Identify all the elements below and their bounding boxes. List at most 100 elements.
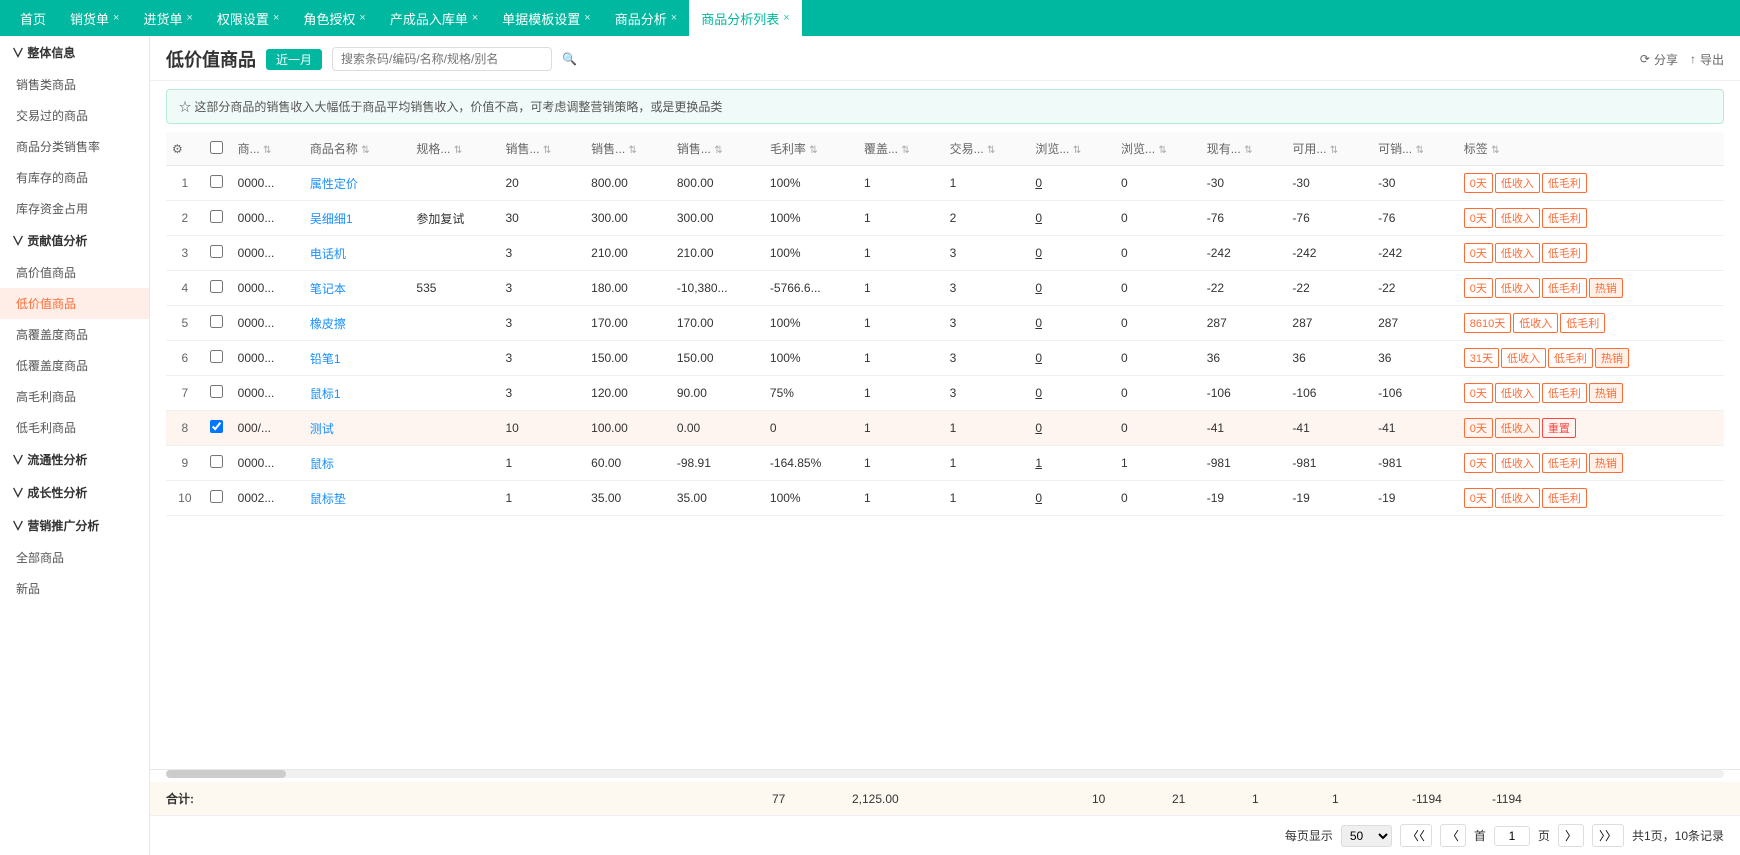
sidebar-item-high-margin[interactable]: 高毛利商品 (0, 381, 149, 412)
prev-page-button[interactable]: 〈 (1440, 824, 1466, 847)
product-name[interactable]: 属性定价 (304, 166, 410, 201)
browse-count[interactable]: 0 (1029, 481, 1115, 516)
th-sellable-stock[interactable]: 可销... ⇅ (1372, 132, 1458, 166)
browse-count-link[interactable]: 1 (1035, 456, 1042, 470)
row-checkbox-cell[interactable] (204, 166, 232, 201)
browse-count-link[interactable]: 0 (1035, 246, 1042, 260)
export-button[interactable]: ↑ 导出 (1690, 51, 1724, 68)
th-current-stock[interactable]: 现有... ⇅ (1201, 132, 1287, 166)
sidebar-group-growth-title[interactable]: ∨ 成长性分析 (0, 476, 149, 509)
close-role-auth[interactable]: × (359, 12, 365, 24)
row-checkbox[interactable] (210, 350, 223, 363)
browse-count[interactable]: 0 (1029, 166, 1115, 201)
th-tags[interactable]: 标签 ⇅ (1458, 132, 1724, 166)
sidebar-group-contribution-title[interactable]: ∨ 贡献值分析 (0, 224, 149, 257)
th-col1[interactable]: 销售... ⇅ (499, 132, 585, 166)
browse-count[interactable]: 0 (1029, 306, 1115, 341)
share-button[interactable]: ⟳ 分享 (1640, 51, 1678, 68)
row-checkbox-cell[interactable] (204, 411, 232, 446)
th-checkbox[interactable] (204, 132, 232, 166)
table-container[interactable]: ⚙ 商... ⇅ 商品名称 ⇅ 规格... ⇅ 销售... ⇅ 销售... ⇅ … (150, 132, 1740, 769)
row-checkbox[interactable] (210, 315, 223, 328)
sidebar-group-marketing-title[interactable]: ∨ 营销推广分析 (0, 509, 149, 542)
th-coverage[interactable]: 覆盖... ⇅ (858, 132, 944, 166)
nav-role-auth[interactable]: 角色授权 × (291, 0, 377, 36)
th-browse2[interactable]: 浏览... ⇅ (1115, 132, 1201, 166)
next-page-button[interactable]: 〉 (1558, 824, 1584, 847)
sidebar-group-circulation-title[interactable]: ∨ 流通性分析 (0, 443, 149, 476)
product-name[interactable]: 电话机 (304, 236, 410, 271)
sidebar-item-inventory-capital[interactable]: 库存资金占用 (0, 193, 149, 224)
browse-count[interactable]: 0 (1029, 341, 1115, 376)
close-permissions[interactable]: × (273, 12, 279, 24)
th-col3[interactable]: 销售... ⇅ (671, 132, 764, 166)
search-input[interactable] (332, 47, 552, 71)
product-name[interactable]: 吴细细1 (304, 201, 410, 236)
row-checkbox[interactable] (210, 385, 223, 398)
browse-count-link[interactable]: 0 (1035, 351, 1042, 365)
sidebar-item-all-products[interactable]: 全部商品 (0, 542, 149, 573)
row-checkbox[interactable] (210, 490, 223, 503)
th-settings[interactable]: ⚙ (166, 132, 204, 166)
th-col2[interactable]: 销售... ⇅ (585, 132, 671, 166)
th-name[interactable]: 商品名称 ⇅ (304, 132, 410, 166)
row-checkbox-cell[interactable] (204, 236, 232, 271)
sidebar-item-stocked-products[interactable]: 有库存的商品 (0, 162, 149, 193)
sidebar-item-low-value[interactable]: 低价值商品 (0, 288, 149, 319)
product-name[interactable]: 橡皮擦 (304, 306, 410, 341)
row-checkbox-cell[interactable] (204, 201, 232, 236)
row-checkbox[interactable] (210, 210, 223, 223)
sidebar-item-low-coverage[interactable]: 低覆盖度商品 (0, 350, 149, 381)
browse-count-link[interactable]: 0 (1035, 386, 1042, 400)
nav-sales-order[interactable]: 销货单 × (58, 0, 131, 36)
product-name[interactable]: 鼠标垫 (304, 481, 410, 516)
sidebar-item-high-value[interactable]: 高价值商品 (0, 257, 149, 288)
sidebar-item-category-sales-rate[interactable]: 商品分类销售率 (0, 131, 149, 162)
th-available-stock[interactable]: 可用... ⇅ (1286, 132, 1372, 166)
product-name[interactable]: 鼠标1 (304, 376, 410, 411)
page-number-input[interactable] (1494, 826, 1530, 846)
nav-purchase-order[interactable]: 进货单 × (131, 0, 204, 36)
sidebar-item-new-products[interactable]: 新品 (0, 573, 149, 604)
close-sales-order[interactable]: × (113, 12, 119, 24)
browse-count[interactable]: 0 (1029, 271, 1115, 306)
browse-count[interactable]: 0 (1029, 201, 1115, 236)
close-product-analysis[interactable]: × (671, 12, 677, 24)
filter-month-button[interactable]: 近一月 (266, 49, 322, 70)
select-all-checkbox[interactable] (210, 141, 223, 154)
sidebar-group-overall-title[interactable]: ∨ 整体信息 (0, 36, 149, 69)
close-purchase-order[interactable]: × (186, 12, 192, 24)
row-checkbox-cell[interactable] (204, 446, 232, 481)
browse-count[interactable]: 0 (1029, 236, 1115, 271)
scrollbar-thumb[interactable] (166, 770, 286, 778)
row-checkbox-cell[interactable] (204, 271, 232, 306)
product-name[interactable]: 笔记本 (304, 271, 410, 306)
row-checkbox[interactable] (210, 245, 223, 258)
nav-product-entry[interactable]: 产成品入库单 × (378, 0, 490, 36)
th-spec[interactable]: 规格... ⇅ (410, 132, 499, 166)
row-checkbox-cell[interactable] (204, 376, 232, 411)
th-browse1[interactable]: 浏览... ⇅ (1029, 132, 1115, 166)
close-template-settings[interactable]: × (584, 12, 590, 24)
close-product-entry[interactable]: × (472, 12, 478, 24)
row-checkbox-cell[interactable] (204, 481, 232, 516)
sidebar-item-low-margin[interactable]: 低毛利商品 (0, 412, 149, 443)
th-trade[interactable]: 交易... ⇅ (944, 132, 1030, 166)
product-name[interactable]: 铅笔1 (304, 341, 410, 376)
close-product-analysis-list[interactable]: × (783, 12, 789, 24)
th-code[interactable]: 商... ⇅ (232, 132, 304, 166)
row-checkbox[interactable] (210, 280, 223, 293)
last-page-button[interactable]: 〉〉 (1592, 824, 1624, 847)
product-name[interactable]: 鼠标 (304, 446, 410, 481)
browse-count-link[interactable]: 0 (1035, 176, 1042, 190)
row-checkbox-cell[interactable] (204, 306, 232, 341)
sidebar-item-traded-products[interactable]: 交易过的商品 (0, 100, 149, 131)
row-checkbox-cell[interactable] (204, 341, 232, 376)
browse-count-link[interactable]: 0 (1035, 281, 1042, 295)
browse-count[interactable]: 0 (1029, 411, 1115, 446)
first-page-button[interactable]: 〈〈 (1400, 824, 1432, 847)
nav-template-settings[interactable]: 单据模板设置 × (490, 0, 602, 36)
row-checkbox[interactable] (210, 175, 223, 188)
row-checkbox[interactable] (210, 455, 223, 468)
browse-count-link[interactable]: 0 (1035, 211, 1042, 225)
